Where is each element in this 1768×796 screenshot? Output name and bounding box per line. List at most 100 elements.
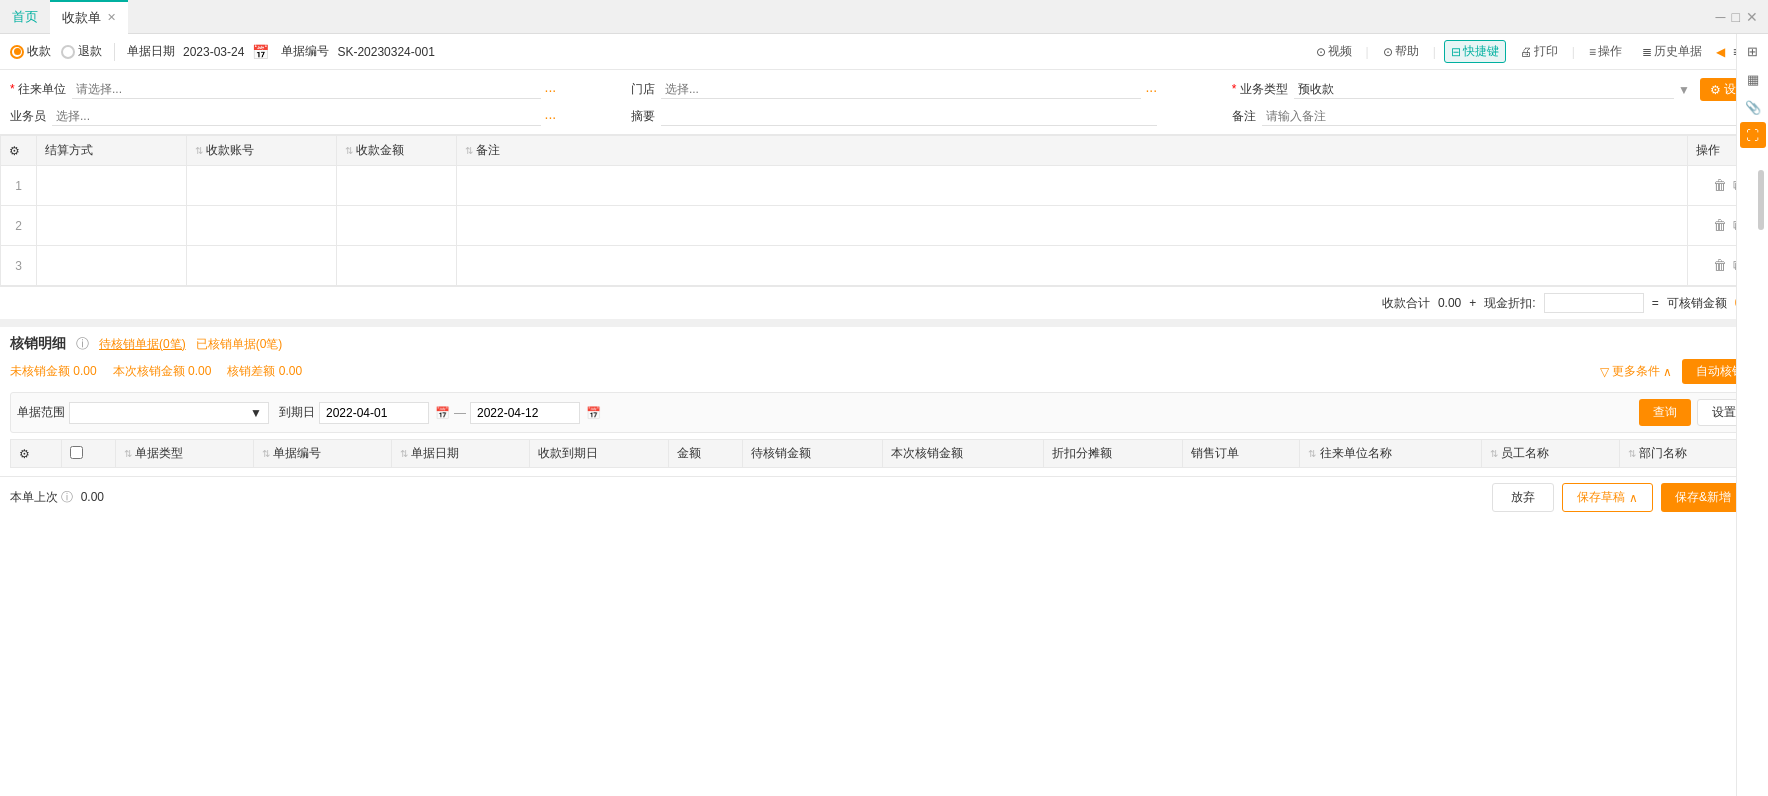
verify-tab-done[interactable]: 已核销单据(0笔) [196,336,283,353]
sidebar-expand-icon[interactable]: ⛶ [1740,122,1766,148]
history-btn[interactable]: ≣ 历史单据 [1636,41,1708,62]
th-gear[interactable]: ⚙ [1,136,37,166]
help-icon: ⊙ [1383,45,1393,59]
due-date-to-input[interactable] [470,402,580,424]
range-dropdown-icon: ▼ [250,406,262,420]
row-num-3: 3 [1,246,37,286]
vth-discount: 折扣分摊额 [1043,440,1182,468]
remark-field: 备注 [1212,107,1758,126]
row-2-settle[interactable] [37,206,187,246]
verify-stats: 未核销金额 0.00 本次核销金额 0.00 核销差额 0.00 ▽ 更多条件 … [10,359,1758,384]
sidebar-grid-icon[interactable]: ▦ [1740,66,1766,92]
due-date-from-calendar-icon[interactable]: 📅 [435,406,450,420]
current-stat: 本次核销金额 0.00 [113,363,212,380]
vth-employee: ⇅ 员工名称 [1481,440,1619,468]
row-1-remark[interactable] [457,166,1688,206]
store-input[interactable] [661,80,1142,99]
bottom-info-icon[interactable]: ⓘ [61,490,73,504]
select-all-checkbox[interactable] [70,446,83,459]
diff-stat: 核销差额 0.00 [227,363,302,380]
remark-input[interactable] [1262,107,1758,126]
verify-info-icon[interactable]: ⓘ [76,335,89,353]
row-3-settle[interactable] [37,246,187,286]
toolbar-right-actions: ⊙ 视频 | ⊙ 帮助 | ⊟ 快捷键 🖨 打印 | ≡ 操作 [1310,40,1758,63]
row-1-amount[interactable] [337,166,457,206]
range-label: 单据范围 [17,404,65,421]
due-date-filter: 到期日 📅 — 📅 [279,402,601,424]
available-label: 可核销金额 [1667,295,1727,312]
row-num-1: 1 [1,166,37,206]
toolbar-divider-1 [114,43,115,61]
verify-table-wrap: ⚙ ⇅ 单据类型 ⇅ 单据编号 ⇅ 单据日期 收款到期日 金额 待核销金额 本次… [10,439,1758,468]
window-controls: ─ □ ✕ [1716,9,1768,25]
range-select[interactable]: ▼ [69,402,269,424]
date-calendar-icon[interactable]: 📅 [252,44,269,60]
more-filter-btn[interactable]: ▽ 更多条件 ∧ [1600,363,1672,380]
sidebar-attachment-icon[interactable]: 📎 [1740,94,1766,120]
vth-gear[interactable]: ⚙ [11,440,62,468]
business-type-dropdown-icon[interactable]: ▼ [1678,83,1690,97]
business-type-input[interactable] [1294,80,1674,99]
receipt-type-radio: 收款 退款 [10,43,102,60]
tab-home[interactable]: 首页 [0,0,50,34]
video-btn[interactable]: ⊙ 视频 [1310,41,1358,62]
row-1-account[interactable] [187,166,337,206]
row-3-remark[interactable] [457,246,1688,286]
sidebar-table-icon[interactable]: ⊞ [1740,38,1766,64]
date-value: 2023-03-24 [183,45,244,59]
draft-chevron-icon[interactable]: ∧ [1629,491,1638,505]
minimize-icon[interactable]: ─ [1716,9,1726,25]
vth-doc-type: ⇅ 单据类型 [115,440,253,468]
equals-label: = [1652,296,1659,310]
radio-receipt[interactable]: 收款 [10,43,51,60]
maximize-icon[interactable]: □ [1732,9,1740,25]
vth-current-amount: 本次核销金额 [882,440,1043,468]
business-type-field: 业务类型 ▼ ⚙ 设置 [1212,78,1758,101]
tab-close-icon[interactable]: ✕ [107,11,116,24]
help-btn[interactable]: ⊙ 帮助 [1377,41,1425,62]
row-1-settle[interactable] [37,166,187,206]
range-filter: 单据范围 ▼ [17,402,269,424]
history-label: 历史单据 [1654,43,1702,60]
radio-refund-circle [61,45,75,59]
operation-label: 操作 [1598,43,1622,60]
tab-receipt[interactable]: 收款单 ✕ [50,0,128,34]
row-1-delete-icon[interactable]: 🗑 [1713,177,1727,194]
main-content: 收款 退款 单据日期 2023-03-24 📅 单据编号 SK-20230324… [0,34,1768,796]
window-close-icon[interactable]: ✕ [1746,9,1758,25]
discard-btn[interactable]: 放弃 [1492,483,1554,512]
gear-icon: ⚙ [1710,83,1721,97]
draft-btn[interactable]: 保存草稿 ∧ [1562,483,1653,512]
row-2-account[interactable] [187,206,337,246]
due-date-to-calendar-icon[interactable]: 📅 [586,406,601,420]
expand-left-icon[interactable]: ◀ [1716,45,1725,59]
salesperson-input[interactable] [52,107,541,126]
row-3-delete-icon[interactable]: 🗑 [1713,257,1727,274]
summary-input[interactable] [661,107,1157,126]
vth-checkbox[interactable] [61,440,115,468]
store-more-icon[interactable]: ··· [1145,82,1157,98]
radio-refund[interactable]: 退款 [61,43,102,60]
th-amount: ⇅ 收款金额 [337,136,457,166]
operation-btn[interactable]: ≡ 操作 [1583,41,1628,62]
discount-input[interactable] [1544,293,1644,313]
row-2-amount[interactable] [337,206,457,246]
row-3-account[interactable] [187,246,337,286]
row-2-delete-icon[interactable]: 🗑 [1713,217,1727,234]
row-3-amount[interactable] [337,246,457,286]
print-btn[interactable]: 🖨 打印 [1514,41,1564,62]
vth-pending-amount: 待核销金额 [743,440,882,468]
scrollbar-area [1739,150,1766,792]
due-date-from-input[interactable] [319,402,429,424]
salesperson-more-icon[interactable]: ··· [545,109,557,125]
video-label: 视频 [1328,43,1352,60]
counterpart-input[interactable] [72,80,541,99]
shortcut-btn[interactable]: ⊟ 快捷键 [1444,40,1506,63]
scrollbar-thumb[interactable] [1758,170,1764,230]
number-field: 单据编号 SK-20230324-001 [281,43,434,60]
counterpart-more-icon[interactable]: ··· [545,82,557,98]
query-btn[interactable]: 查询 [1639,399,1691,426]
row-2-remark[interactable] [457,206,1688,246]
verify-tab-pending[interactable]: 待核销单据(0笔) [99,336,186,353]
counterpart-label: 往来单位 [10,81,66,98]
